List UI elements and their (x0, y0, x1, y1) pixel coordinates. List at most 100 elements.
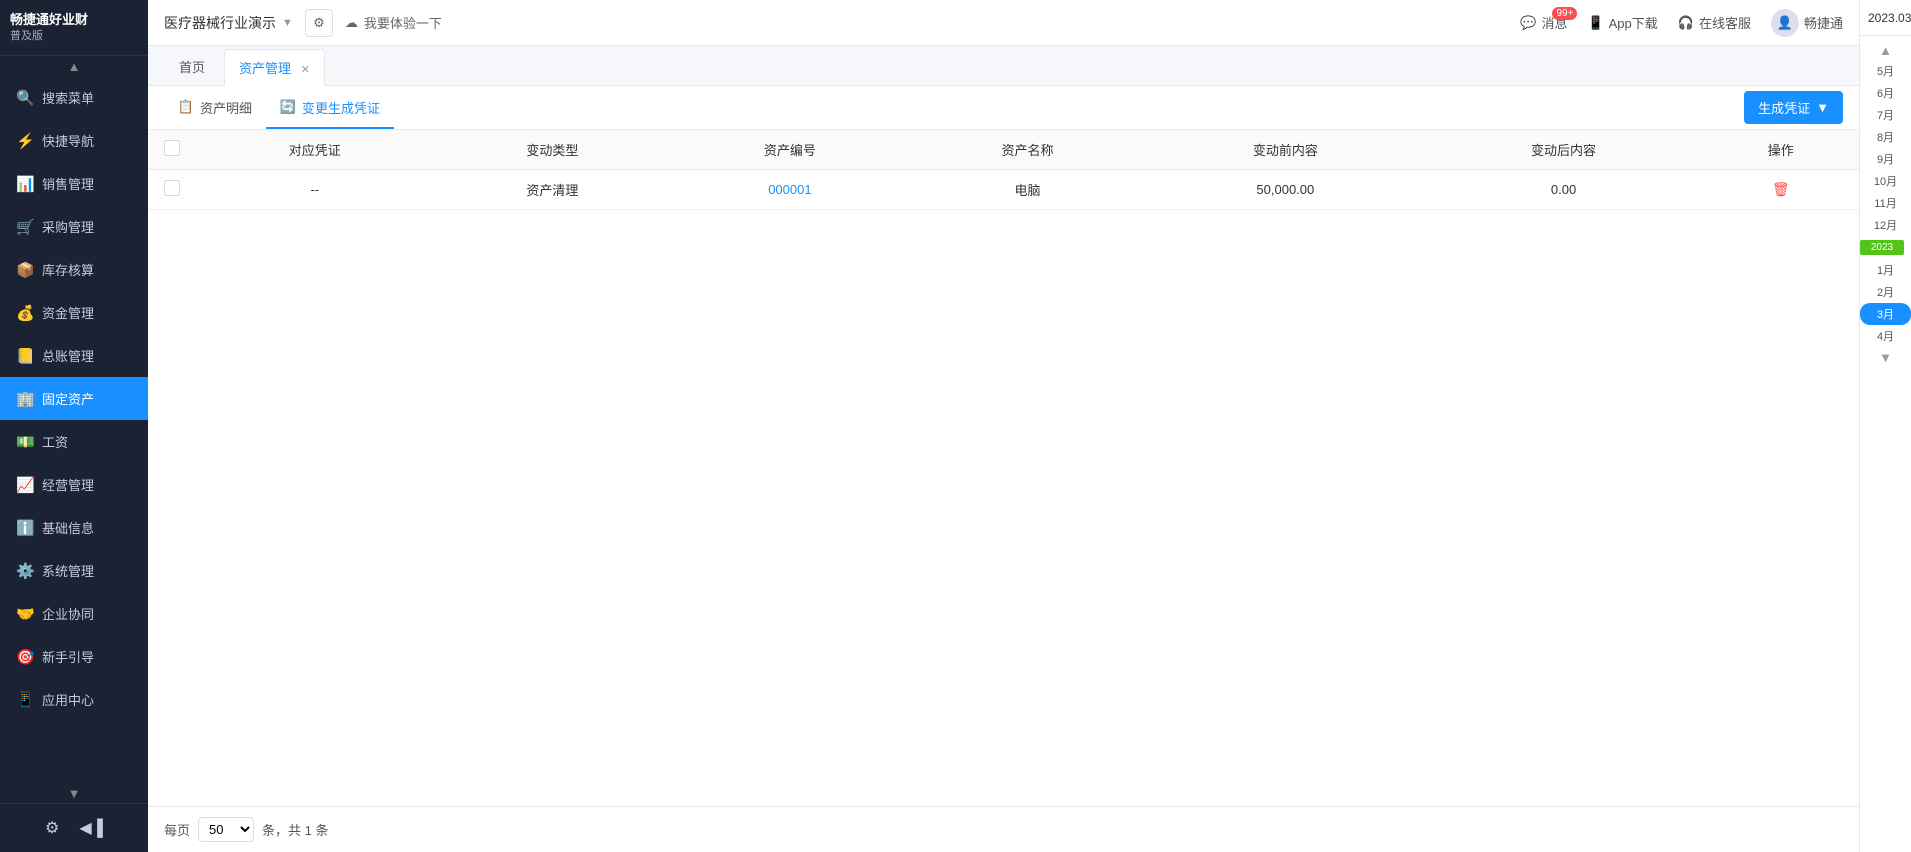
sidebar-item-enterprise[interactable]: 🤝 企业协同 (0, 592, 148, 635)
company-selector[interactable]: 医疗器械行业演示 ▼ (164, 13, 293, 33)
row-voucher-cell: -- (196, 170, 434, 210)
sidebar-item-system[interactable]: ⚙️ 系统管理 (0, 549, 148, 592)
sidebar-item-operations[interactable]: 📈 经营管理 (0, 463, 148, 506)
settings-icon[interactable]: ⚙ (39, 812, 65, 844)
content-area: 📋 资产明细 🔄 变更生成凭证 生成凭证 ▼ 对应凭证 (148, 86, 1859, 852)
col-change-type: 变动类型 (434, 130, 672, 170)
sub-tab-asset-detail[interactable]: 📋 资产明细 (164, 88, 266, 129)
sidebar-item-fixed-assets[interactable]: 🏢 固定资产 (0, 377, 148, 420)
timeline-month[interactable]: 6月 (1860, 82, 1911, 104)
sidebar-label-fixed-assets: 固定资产 (42, 389, 94, 408)
col-after-change: 变动后内容 (1424, 130, 1702, 170)
experience-button[interactable]: ☁ 我要体验一下 (345, 13, 442, 32)
sidebar-item-basic-info[interactable]: ℹ️ 基础信息 (0, 506, 148, 549)
ledger-icon: 📒 (16, 347, 34, 365)
timeline-month[interactable]: 12月 (1860, 214, 1911, 236)
right-panel-header: 2023.03 ✕ ⤢ (1860, 0, 1911, 36)
search-menu-icon: 🔍 (16, 89, 34, 107)
sidebar-label-payroll: 工资 (42, 432, 68, 451)
sidebar-label-enterprise: 企业协同 (42, 604, 94, 623)
sidebar-item-search-menu[interactable]: 🔍 搜索菜单 (0, 76, 148, 119)
right-panel-title: 2023.03 (1868, 11, 1911, 25)
row-checkbox[interactable] (164, 180, 180, 196)
sidebar-label-basic-info: 基础信息 (42, 518, 94, 537)
sub-tabs-bar: 📋 资产明细 🔄 变更生成凭证 生成凭证 ▼ (148, 86, 1859, 130)
sidebar-item-payroll[interactable]: 💵 工资 (0, 420, 148, 463)
topbar-right: 💬 消息 99+ 📱 App下载 🎧 在线客服 👤 畅捷通 (1520, 9, 1843, 37)
timeline-scroll-up[interactable]: ▲ (1860, 40, 1911, 60)
timeline-month[interactable]: 9月 (1860, 148, 1911, 170)
sidebar-item-ledger[interactable]: 📒 总账管理 (0, 334, 148, 377)
fixed-assets-icon: 🏢 (16, 390, 34, 408)
sidebar-item-inventory[interactable]: 📦 库存核算 (0, 248, 148, 291)
year-label-2023: 2023 (1860, 240, 1904, 255)
tab-home[interactable]: 首页 (164, 48, 220, 85)
timeline-month[interactable]: 1月 (1860, 259, 1911, 281)
finance-icon: 💰 (16, 304, 34, 322)
sidebar-scroll-up[interactable]: ▲ (0, 56, 148, 76)
avatar: 👤 (1771, 9, 1799, 37)
timeline-month[interactable]: 10月 (1860, 170, 1911, 192)
tab-asset-management[interactable]: 资产管理 ✕ (224, 49, 325, 86)
user-profile-button[interactable]: 👤 畅捷通 (1771, 9, 1843, 37)
timeline-month[interactable]: 11月 (1860, 192, 1911, 214)
main-area: 医疗器械行业演示 ▼ ⚙ ☁ 我要体验一下 💬 消息 99+ 📱 App下载 🎧… (148, 0, 1859, 852)
generate-voucher-button[interactable]: 生成凭证 ▼ (1744, 91, 1843, 124)
total-label: 条，共 1 条 (262, 820, 328, 839)
table-row: -- 资产清理 000001 电脑 50,000.00 0.00 🗑 (148, 170, 1859, 210)
timeline-month[interactable]: 3月 (1860, 303, 1911, 325)
messages-button[interactable]: 💬 消息 99+ (1520, 13, 1567, 32)
asset-code-link[interactable]: 000001 (768, 182, 811, 197)
timeline-scroll-down[interactable]: ▼ (1860, 347, 1911, 367)
list-icon: 📋 (178, 99, 194, 115)
timeline-month[interactable]: 7月 (1860, 104, 1911, 126)
sidebar-label-inventory: 库存核算 (42, 260, 94, 279)
timeline-month[interactable]: 4月 (1860, 325, 1911, 347)
col-asset-name: 资产名称 (909, 130, 1147, 170)
sidebar-scroll-down[interactable]: ▼ (0, 783, 148, 803)
online-support-button[interactable]: 🎧 在线客服 (1678, 13, 1751, 32)
row-after-change-cell: 0.00 (1424, 170, 1702, 210)
timeline: ▲ 5月6月7月8月9月10月11月12月 2023 1月2月3月4月 ▼ (1860, 36, 1911, 852)
experience-icon: ☁ (345, 15, 358, 31)
username: 畅捷通 (1804, 13, 1843, 32)
row-change-type-cell: 资产清理 (434, 170, 672, 210)
sidebar-label-system: 系统管理 (42, 561, 94, 580)
sidebar-item-finance[interactable]: 💰 资金管理 (0, 291, 148, 334)
row-select-cell (148, 170, 196, 210)
settings-button[interactable]: ⚙ (305, 9, 333, 37)
timeline-month[interactable]: 2月 (1860, 281, 1911, 303)
purchase-icon: 🛒 (16, 218, 34, 236)
app-edition: 普及版 (10, 29, 138, 43)
sidebar-item-guide[interactable]: 🎯 新手引导 (0, 635, 148, 678)
inventory-icon: 📦 (16, 261, 34, 279)
sub-tab-change-voucher[interactable]: 🔄 变更生成凭证 (266, 88, 394, 129)
timeline-month[interactable]: 5月 (1860, 60, 1911, 82)
right-panel: 2023.03 ✕ ⤢ ▲ 5月6月7月8月9月10月11月12月 2023 1… (1859, 0, 1911, 852)
per-page-select[interactable]: 50 10 20 100 (198, 817, 254, 842)
select-all-checkbox[interactable] (164, 140, 180, 156)
dropdown-arrow-icon: ▼ (1816, 100, 1829, 115)
sidebar-item-quick-nav[interactable]: ⚡ 快捷导航 (0, 119, 148, 162)
sidebar-label-operations: 经营管理 (42, 475, 94, 494)
sidebar-label-guide: 新手引导 (42, 647, 94, 666)
delete-icon[interactable]: 🗑 (1772, 181, 1790, 197)
topbar: 医疗器械行业演示 ▼ ⚙ ☁ 我要体验一下 💬 消息 99+ 📱 App下载 🎧… (148, 0, 1859, 46)
timeline-month[interactable]: 8月 (1860, 126, 1911, 148)
basic-info-icon: ℹ️ (16, 519, 34, 537)
quick-nav-icon: ⚡ (16, 132, 34, 150)
col-operation: 操作 (1703, 130, 1859, 170)
col-select (148, 130, 196, 170)
close-tab-icon[interactable]: ✕ (301, 64, 310, 76)
app-logo: 畅捷通好业财 普及版 (0, 0, 148, 56)
app-download-button[interactable]: 📱 App下载 (1587, 13, 1657, 32)
sidebar-item-sales[interactable]: 📊 销售管理 (0, 162, 148, 205)
sidebar-item-app-center[interactable]: 📱 应用中心 (0, 678, 148, 721)
col-before-change: 变动前内容 (1146, 130, 1424, 170)
row-before-change-cell: 50,000.00 (1146, 170, 1424, 210)
enterprise-icon: 🤝 (16, 605, 34, 623)
app-name: 畅捷通好业财 (10, 12, 138, 29)
sidebar-item-purchase[interactable]: 🛒 采购管理 (0, 205, 148, 248)
collapse-icon[interactable]: ◀▐ (73, 812, 109, 844)
sidebar-label-finance: 资金管理 (42, 303, 94, 322)
